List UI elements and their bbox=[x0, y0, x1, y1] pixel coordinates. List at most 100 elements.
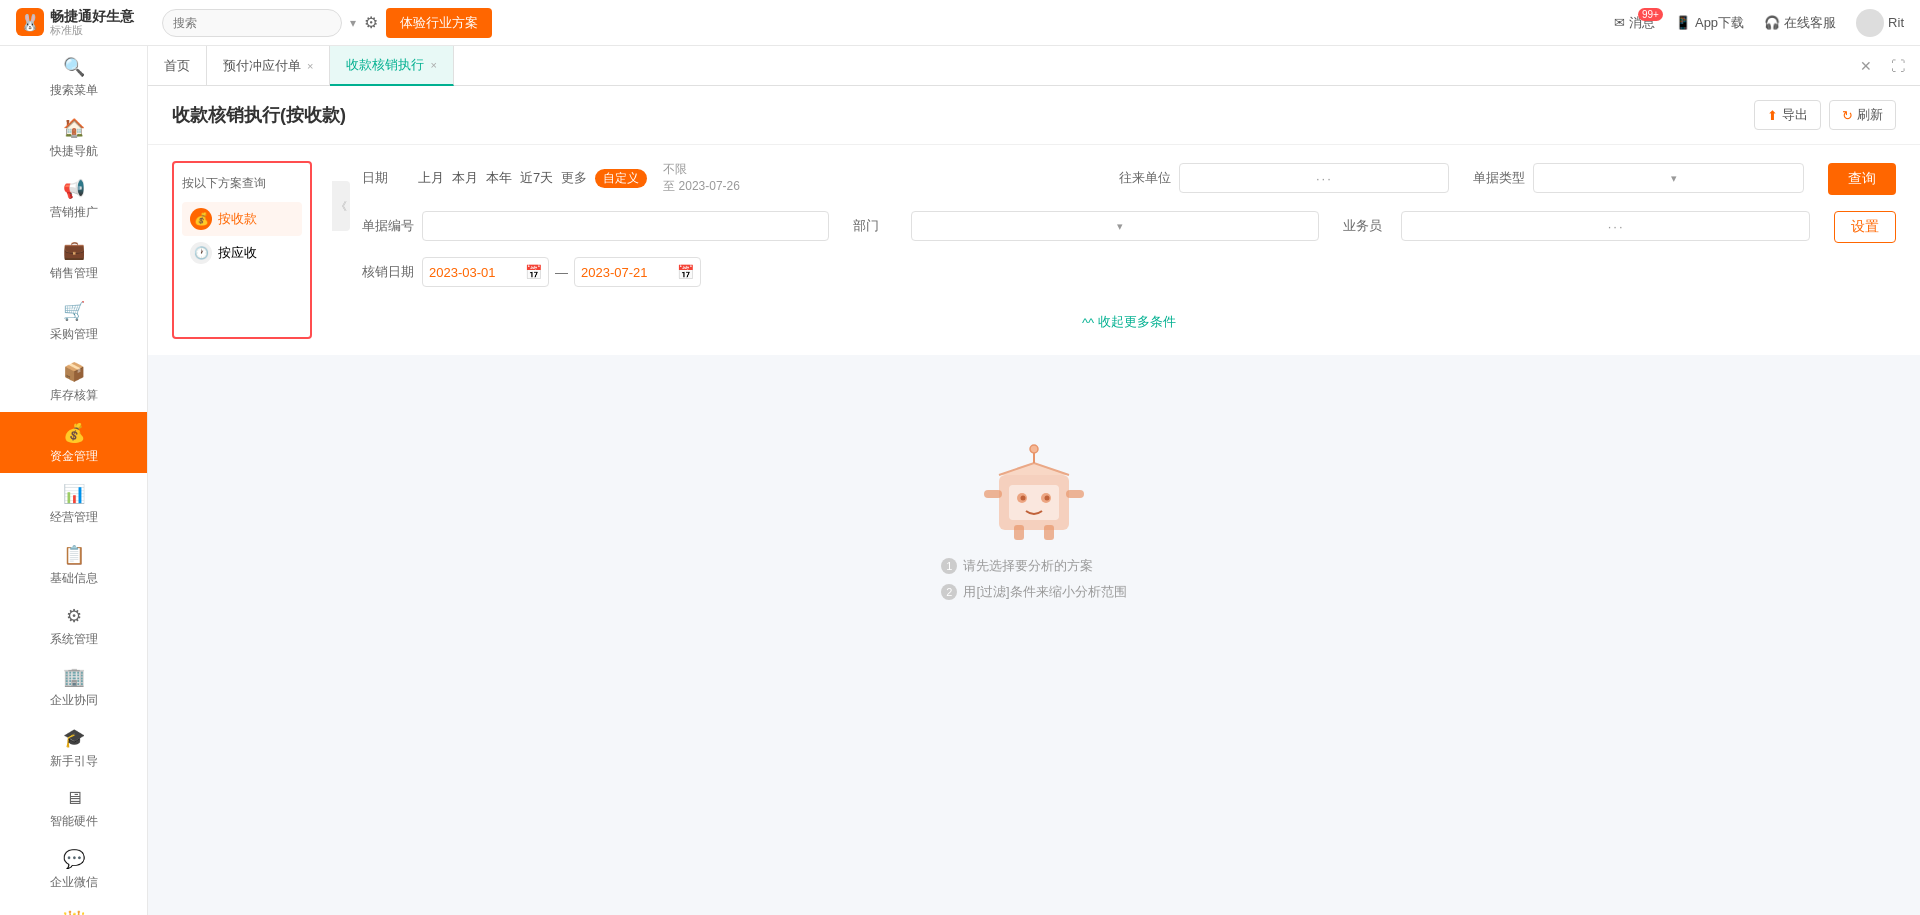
search-menu-icon: 🔍 bbox=[63, 56, 85, 78]
dept-label: 部门 bbox=[853, 217, 903, 235]
header-search-area: ▾ ⚙ bbox=[162, 9, 378, 37]
doctype-select[interactable]: ▾ bbox=[1533, 163, 1804, 193]
basic-info-icon: 📋 bbox=[63, 544, 85, 566]
solution-button[interactable]: 体验行业方案 bbox=[386, 8, 492, 38]
verify-date-end-calendar-icon[interactable]: 📅 bbox=[677, 264, 694, 280]
verify-date-start-wrap[interactable]: 📅 bbox=[422, 257, 549, 287]
sidebar-item-search-menu[interactable]: 🔍 搜索菜单 bbox=[0, 46, 147, 107]
filter-option-receivable[interactable]: 🕐 按应收 bbox=[182, 236, 302, 270]
tab-prepay-close-icon[interactable]: × bbox=[307, 60, 313, 72]
filter-verify-date-field: 核销日期 📅 — 📅 bbox=[362, 257, 1896, 287]
tip-text-2: 用[过滤]条件来缩小分析范围 bbox=[963, 583, 1126, 601]
empty-tip-1: 1 请先选择要分析的方案 bbox=[941, 557, 1126, 575]
tab-receipt-verify[interactable]: 收款核销执行 × bbox=[330, 46, 453, 86]
partner-label: 往来单位 bbox=[1119, 169, 1171, 187]
sidebar-item-quick-nav[interactable]: 🏠 快捷导航 bbox=[0, 107, 147, 168]
sidebar-item-system[interactable]: ⚙ 系统管理 bbox=[0, 595, 147, 656]
verify-date-end-wrap[interactable]: 📅 bbox=[574, 257, 701, 287]
header-settings-icon[interactable]: ⚙ bbox=[364, 13, 378, 32]
query-button[interactable]: 查询 bbox=[1828, 163, 1896, 195]
tab-fullscreen-btn[interactable]: ⛶ bbox=[1884, 52, 1912, 80]
empty-tips: 1 请先选择要分析的方案 2 用[过滤]条件来缩小分析范围 bbox=[941, 557, 1126, 601]
dept-select[interactable]: ▾ bbox=[911, 211, 1320, 241]
receipt-option-icon: 💰 bbox=[190, 208, 212, 230]
verify-date-start-input[interactable] bbox=[429, 265, 519, 280]
content-area: 首页 预付冲应付单 × 收款核销执行 × ✕ ⛶ 收款核销执行(按收款) bbox=[148, 46, 1920, 915]
member-icon: 👑 bbox=[63, 909, 85, 915]
sidebar-item-finance[interactable]: 💰 资金管理 bbox=[0, 412, 147, 473]
sidebar-item-operation[interactable]: 📊 经营管理 bbox=[0, 473, 147, 534]
refresh-button[interactable]: ↻ 刷新 bbox=[1829, 100, 1896, 130]
sidebar-item-enterprise[interactable]: 🏢 企业协同 bbox=[0, 656, 147, 717]
dept-chevron-icon: ▾ bbox=[1117, 220, 1310, 233]
filter-collapse-toggle[interactable]: 《 bbox=[332, 181, 350, 231]
employee-dots-icon: ··· bbox=[1608, 219, 1801, 234]
doctype-chevron-icon: ▾ bbox=[1671, 172, 1795, 185]
sidebar: 🔍 搜索菜单 🏠 快捷导航 📢 营销推广 💼 销售管理 🛒 采购管理 📦 库存核… bbox=[0, 46, 148, 915]
svg-point-4 bbox=[1021, 496, 1026, 501]
app-logo-icon: 🐰 bbox=[16, 8, 44, 36]
shortcut-7days[interactable]: 近7天 bbox=[520, 169, 553, 187]
page-content: 收款核销执行(按收款) ⬆ 导出 ↻ 刷新 按以 bbox=[148, 86, 1920, 915]
partner-select[interactable]: ··· bbox=[1179, 163, 1450, 193]
filter-option-receipt[interactable]: 💰 按收款 bbox=[182, 202, 302, 236]
sidebar-item-sales[interactable]: 💼 销售管理 bbox=[0, 229, 147, 290]
sidebar-item-wechat[interactable]: 💬 企业微信 bbox=[0, 838, 147, 899]
docno-input[interactable] bbox=[422, 211, 829, 241]
filter-collapse-row: ^^ 收起更多条件 bbox=[362, 305, 1896, 339]
sidebar-item-purchase[interactable]: 🛒 采购管理 bbox=[0, 290, 147, 351]
sidebar-label-guide: 新手引导 bbox=[50, 753, 98, 770]
svg-rect-6 bbox=[1014, 525, 1024, 540]
filter-partner-field: 往来单位 ··· bbox=[1119, 163, 1450, 193]
sidebar-label-hardware: 智能硬件 bbox=[50, 813, 98, 830]
tip-num-1: 1 bbox=[941, 558, 957, 574]
verify-date-start-calendar-icon[interactable]: 📅 bbox=[525, 264, 542, 280]
sidebar-label-enterprise: 企业协同 bbox=[50, 692, 98, 709]
shortcut-custom[interactable]: 自定义 bbox=[595, 169, 647, 188]
online-service-link[interactable]: 🎧 在线客服 bbox=[1764, 14, 1836, 32]
employee-select[interactable]: ··· bbox=[1401, 211, 1810, 241]
tab-receipt-verify-label: 收款核销执行 bbox=[346, 56, 424, 74]
verify-date-range: 📅 — 📅 bbox=[422, 257, 701, 287]
app-download-link[interactable]: 📱 App下载 bbox=[1675, 14, 1744, 32]
sidebar-item-inventory[interactable]: 📦 库存核算 bbox=[0, 351, 147, 412]
shortcut-this-year[interactable]: 本年 bbox=[486, 169, 512, 187]
filter-panel: 按以下方案查询 💰 按收款 🕐 按应收 《 bbox=[148, 145, 1920, 355]
svg-rect-9 bbox=[1066, 490, 1084, 498]
svg-rect-7 bbox=[1044, 525, 1054, 540]
settings-button[interactable]: 设置 bbox=[1834, 211, 1896, 243]
header-search-input[interactable] bbox=[162, 9, 342, 37]
tab-receipt-verify-close-icon[interactable]: × bbox=[430, 59, 436, 71]
date-range-dash: — bbox=[555, 265, 568, 280]
message-icon: ✉ bbox=[1614, 15, 1625, 30]
shortcut-this-month[interactable]: 本月 bbox=[452, 169, 478, 187]
shortcut-last-month[interactable]: 上月 bbox=[418, 169, 444, 187]
sidebar-item-basic-info[interactable]: 📋 基础信息 bbox=[0, 534, 147, 595]
operation-icon: 📊 bbox=[63, 483, 85, 505]
tab-close-all-btn[interactable]: ✕ bbox=[1852, 52, 1880, 80]
sidebar-item-hardware[interactable]: 🖥 智能硬件 bbox=[0, 778, 147, 838]
sidebar-label-quick-nav: 快捷导航 bbox=[50, 143, 98, 160]
collapse-up-icon: ^^ bbox=[1082, 315, 1094, 330]
export-button[interactable]: ⬆ 导出 bbox=[1754, 100, 1821, 130]
filter-main: 日期 上月 本月 本年 近7天 更多 自定义 bbox=[362, 161, 1896, 339]
message-area[interactable]: ✉ 消息 99+ bbox=[1614, 14, 1655, 32]
search-dropdown-icon[interactable]: ▾ bbox=[350, 16, 356, 30]
tip-num-2: 2 bbox=[941, 584, 957, 600]
receipt-option-label: 按收款 bbox=[218, 210, 257, 228]
shortcut-more[interactable]: 更多 bbox=[561, 169, 587, 187]
sidebar-item-member[interactable]: 👑 畅会员 bbox=[0, 899, 147, 915]
export-icon: ⬆ bbox=[1767, 108, 1778, 123]
verify-date-end-input[interactable] bbox=[581, 265, 671, 280]
tab-home-label: 首页 bbox=[164, 57, 190, 75]
filter-sidebar-title: 按以下方案查询 bbox=[182, 175, 302, 192]
svg-rect-8 bbox=[984, 490, 1002, 498]
receivable-option-icon: 🕐 bbox=[190, 242, 212, 264]
tab-prepay[interactable]: 预付冲应付单 × bbox=[207, 46, 330, 86]
sidebar-item-marketing[interactable]: 📢 营销推广 bbox=[0, 168, 147, 229]
user-menu[interactable]: Rit bbox=[1856, 9, 1904, 37]
header-right: ✉ 消息 99+ 📱 App下载 🎧 在线客服 Rit bbox=[1614, 9, 1904, 37]
sidebar-item-guide[interactable]: 🎓 新手引导 bbox=[0, 717, 147, 778]
tab-home[interactable]: 首页 bbox=[148, 46, 207, 86]
collapse-conditions-btn[interactable]: ^^ 收起更多条件 bbox=[1082, 305, 1176, 339]
